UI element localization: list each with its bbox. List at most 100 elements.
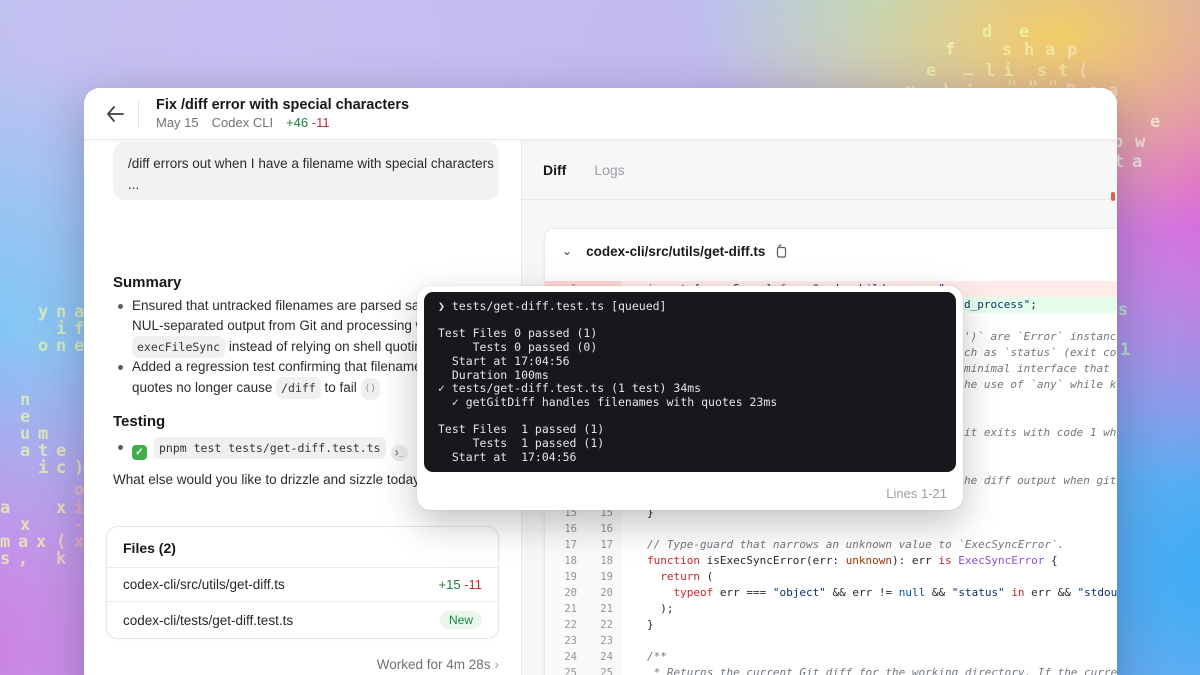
tab-diff[interactable]: Diff (543, 162, 566, 178)
code-token: return (660, 570, 700, 583)
files-card-title: Files (2) (107, 527, 498, 568)
code-token: ; (1030, 298, 1037, 311)
diff-row: 2525 * Returns the current Git diff for … (545, 665, 1117, 675)
code-token: he diff output when git (964, 474, 1116, 487)
code-token: ): err (892, 554, 938, 567)
bullet-lines: Added a regression test confirming that … (132, 357, 456, 400)
code-token (647, 570, 660, 583)
diff-row: 1818function isExecSyncError(err: unknow… (545, 553, 1117, 569)
old-line-number: 19 (545, 569, 585, 585)
code-token: } (647, 618, 654, 631)
file-path: codex-cli/tests/get-diff.test.ts (123, 613, 293, 628)
old-line-number: 24 (545, 649, 585, 665)
code-token: "status" (952, 586, 1005, 599)
check-emoji-icon: ✓ (132, 445, 147, 460)
task-diffstat: +46 -11 (286, 115, 330, 131)
bullet-text: quotes no longer cause (132, 380, 276, 395)
diff-row: 1919 return ( (545, 569, 1117, 585)
header-divider (138, 100, 139, 128)
code-line-fragment: he use of `any` while k (964, 377, 1116, 393)
files-list: codex-cli/src/utils/get-diff.ts+15 -11co… (107, 568, 498, 638)
new-line-number: 20 (585, 585, 621, 601)
code-token: d_process" (964, 298, 1030, 311)
diff-row: 2424 /** (545, 649, 1117, 665)
tab-logs[interactable]: Logs (594, 162, 624, 178)
code-token (647, 586, 674, 599)
code-token: * Returns the current Git diff for the w… (647, 666, 1117, 675)
code-line: /** (621, 649, 667, 665)
worked-for-link[interactable]: Worked for 4m 28s› (377, 657, 499, 672)
user-message-bubble: /diff errors out when I have a filename … (113, 142, 499, 200)
bullet-item: Added a regression test confirming that … (118, 357, 456, 400)
code-token: && (925, 586, 952, 599)
file-row[interactable]: codex-cli/src/utils/get-diff.ts+15 -11 (107, 568, 498, 602)
bullet-text: Added a regression test confirming that … (132, 359, 456, 374)
inline-code-chip: execFileSync (132, 336, 225, 358)
new-line-number: 23 (585, 633, 621, 649)
code-token: in (1011, 586, 1024, 599)
code-token: // Type-guard that narrows an unknown va… (647, 538, 1064, 551)
bullet-dot (118, 445, 123, 450)
diff-file-header[interactable]: ⌄ codex-cli/src/utils/get-diff.ts (545, 229, 1117, 273)
code-token: isExecSyncError(err: (700, 554, 846, 567)
new-line-number: 22 (585, 617, 621, 633)
new-line-number: 19 (585, 569, 621, 585)
new-line-number: 24 (585, 649, 621, 665)
new-line-number: 18 (585, 553, 621, 569)
old-line-number: 17 (545, 537, 585, 553)
bullet-item: ✓pnpm test tests/get-diff.test.ts❯_ (118, 437, 408, 461)
file-row[interactable]: codex-cli/tests/get-diff.test.tsNew (107, 602, 498, 638)
task-app: Codex CLI (212, 115, 273, 131)
diff-panel-tabs: Diff Logs (522, 140, 1117, 200)
testing-heading: Testing (113, 413, 165, 430)
terminal-text: ❯ tests/get-diff.test.ts [queued] Test F… (438, 300, 942, 464)
code-token: minimal interface that (964, 362, 1110, 375)
terminal-output: ❯ tests/get-diff.test.ts [queued] Test F… (424, 292, 956, 472)
old-line-number: 20 (545, 585, 585, 601)
code-token: /** (647, 650, 667, 663)
code-token: "stdout (1078, 586, 1117, 599)
task-date: May 15 (156, 115, 199, 131)
old-line-number: 23 (545, 633, 585, 649)
code-token: ( (700, 570, 713, 583)
code-line: * Returns the current Git diff for the w… (621, 665, 1117, 675)
diff-row: 2121 ); (545, 601, 1117, 617)
code-line-fragment: ch as `status` (exit co (964, 345, 1116, 361)
new-line-number: 17 (585, 537, 621, 553)
bullet-lines: ✓pnpm test tests/get-diff.test.ts❯_ (132, 437, 408, 461)
chevron-down-icon[interactable]: ⌄ (562, 244, 572, 258)
back-button[interactable] (102, 101, 128, 127)
code-token: he use of `any` while k (964, 378, 1116, 391)
code-line: ); (621, 601, 674, 617)
code-line: return ( (621, 569, 713, 585)
back-arrow-icon (105, 105, 125, 123)
old-line-number: 22 (545, 617, 585, 633)
inline-code-chip: /diff (276, 377, 321, 399)
code-line: } (621, 617, 654, 633)
code-line-fragment: d_process"; (964, 297, 1037, 313)
code-token: ')` are `Error` instance (964, 330, 1117, 343)
diff-file-name: codex-cli/src/utils/get-diff.ts (586, 244, 765, 259)
code-token: unknown (846, 554, 892, 567)
code-token: it exits with code 1 wh (964, 426, 1116, 439)
diff-row: 1616 (545, 521, 1117, 537)
chevron-right-icon: › (495, 657, 500, 672)
title-block: Fix /diff error with special characters … (156, 97, 409, 131)
scrollbar-deletion-marker (1111, 192, 1115, 201)
diff-row: 2222} (545, 617, 1117, 633)
new-line-number: 16 (585, 521, 621, 537)
files-card: Files (2) codex-cli/src/utils/get-diff.t… (106, 526, 499, 639)
code-token: function (647, 554, 700, 567)
code-token: is (938, 554, 951, 567)
old-line-number: 16 (545, 521, 585, 537)
code-line: // Type-guard that narrows an unknown va… (621, 537, 1064, 553)
bullet-dot (118, 304, 123, 309)
code-token: null (899, 586, 926, 599)
code-line: typeof err === "object" && err != null &… (621, 585, 1117, 601)
code-line-fragment: ')` are `Error` instance (964, 329, 1117, 345)
copy-icon[interactable] (774, 244, 787, 258)
bullet-text: to fail (321, 380, 361, 395)
test-output-popover: ❯ tests/get-diff.test.ts [queued] Test F… (417, 286, 963, 510)
summary-heading: Summary (113, 274, 181, 291)
code-token: ); (647, 602, 674, 615)
